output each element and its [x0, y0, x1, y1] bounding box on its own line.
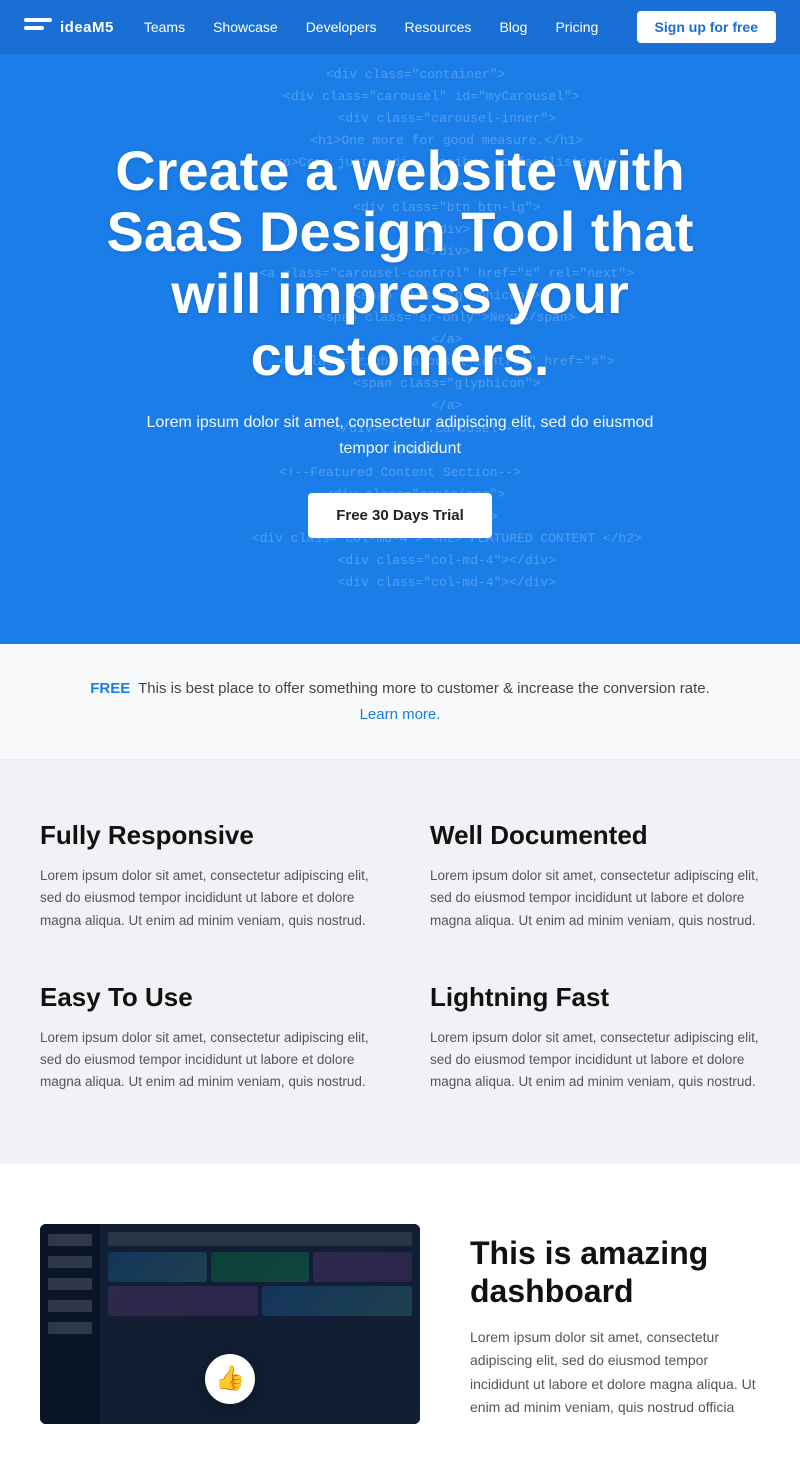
db-sidebar-item [48, 1322, 92, 1334]
nav-link-developers[interactable]: Developers [306, 19, 377, 35]
feature-desc-fast: Lorem ipsum dolor sit amet, consectetur … [430, 1027, 760, 1094]
signup-button[interactable]: Sign up for free [637, 11, 776, 43]
db-card-row-2 [108, 1286, 412, 1316]
hero-title: Create a website with SaaS Design Tool t… [80, 140, 720, 386]
dashboard-text-content: This is amazing dashboard Lorem ipsum do… [470, 1224, 760, 1419]
dashboard-image: 👍 [40, 1224, 420, 1424]
nav-link-resources[interactable]: Resources [405, 19, 472, 35]
feature-title-documented: Well Documented [430, 820, 760, 851]
logo-icon [24, 18, 52, 36]
feature-desc-documented: Lorem ipsum dolor sit amet, consectetur … [430, 865, 760, 932]
dashboard-title: This is amazing dashboard [470, 1234, 760, 1311]
db-card-5 [262, 1286, 412, 1316]
db-card-row [108, 1252, 412, 1282]
logo-text: ideaM5 [60, 19, 114, 36]
hero-cta-button[interactable]: Free 30 Days Trial [308, 493, 492, 538]
db-sidebar-item [48, 1300, 92, 1312]
nav-link-pricing[interactable]: Pricing [555, 19, 598, 35]
nav-link-teams[interactable]: Teams [144, 19, 185, 35]
db-card-1 [108, 1252, 207, 1282]
hero-section: <div class="container"> <div class="caro… [0, 54, 800, 644]
free-banner-text: This is best place to offer something mo… [138, 680, 710, 697]
feature-fully-responsive: Fully Responsive Lorem ipsum dolor sit a… [40, 820, 370, 932]
navbar: ideaM5 Teams Showcase Developers Resourc… [0, 0, 800, 54]
db-main-content [100, 1224, 420, 1424]
dashboard-description: Lorem ipsum dolor sit amet, consectetur … [470, 1326, 760, 1418]
features-section: Fully Responsive Lorem ipsum dolor sit a… [0, 760, 800, 1164]
learn-more-link[interactable]: Learn more. [360, 706, 441, 723]
dashboard-section: 👍 This is amazing dashboard Lorem ipsum … [0, 1164, 800, 1464]
feature-lightning-fast: Lightning Fast Lorem ipsum dolor sit ame… [430, 982, 760, 1094]
feature-well-documented: Well Documented Lorem ipsum dolor sit am… [430, 820, 760, 932]
feature-desc-easy: Lorem ipsum dolor sit amet, consectetur … [40, 1027, 370, 1094]
db-sidebar-item [48, 1256, 92, 1268]
hero-content: Create a website with SaaS Design Tool t… [80, 140, 720, 539]
feature-title-fast: Lightning Fast [430, 982, 760, 1013]
db-sidebar [40, 1224, 100, 1424]
db-sidebar-item [48, 1234, 92, 1246]
dashboard-screenshot: 👍 [40, 1224, 420, 1424]
feature-easy-to-use: Easy To Use Lorem ipsum dolor sit amet, … [40, 982, 370, 1094]
free-label: FREE [90, 680, 130, 697]
nav-links: Teams Showcase Developers Resources Blog… [144, 19, 637, 35]
feature-desc-responsive: Lorem ipsum dolor sit amet, consectetur … [40, 865, 370, 932]
features-grid: Fully Responsive Lorem ipsum dolor sit a… [40, 820, 760, 1094]
db-card-3 [313, 1252, 412, 1282]
free-banner: FREE This is best place to offer somethi… [0, 644, 800, 760]
logo[interactable]: ideaM5 [24, 18, 114, 36]
feature-title-responsive: Fully Responsive [40, 820, 370, 851]
db-card-4 [108, 1286, 258, 1316]
thumbs-up-graphic: 👍 [205, 1354, 255, 1404]
hero-subtitle: Lorem ipsum dolor sit amet, consectetur … [120, 410, 680, 461]
db-sidebar-item [48, 1278, 92, 1290]
thumbs-up-icon: 👍 [205, 1354, 255, 1404]
nav-link-blog[interactable]: Blog [499, 19, 527, 35]
db-topbar [108, 1232, 412, 1246]
nav-link-showcase[interactable]: Showcase [213, 19, 278, 35]
feature-title-easy: Easy To Use [40, 982, 370, 1013]
db-card-2 [211, 1252, 310, 1282]
